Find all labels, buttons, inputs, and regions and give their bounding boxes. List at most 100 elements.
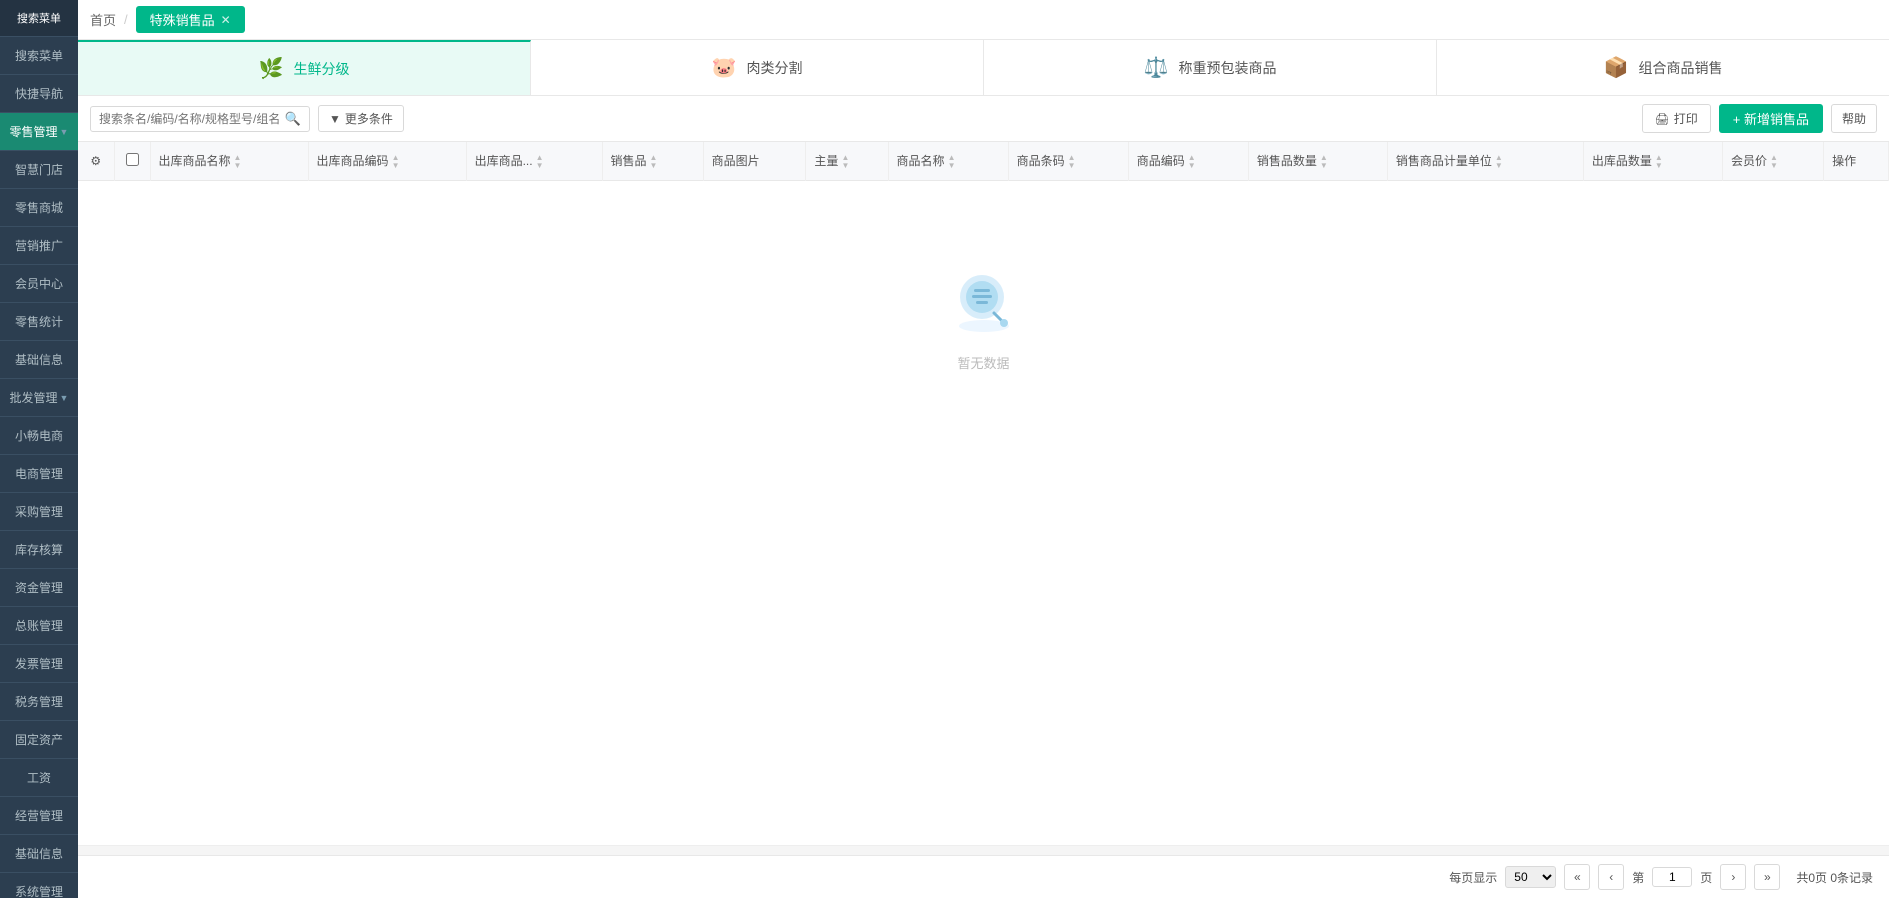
print-button[interactable]: 🖨 打印 xyxy=(1642,104,1711,133)
sidebar-item-17[interactable]: 税务管理 xyxy=(0,683,78,721)
per-page-select[interactable]: 50 20 100 xyxy=(1505,866,1556,888)
next-page-button[interactable]: › xyxy=(1720,864,1746,890)
content-area: 🌿 生鲜分级 🐷 肉类分割 ⚖️ 称重预包装商品 📦 组合商品销售 🔍 ▼ 更多条件 🖨 打印… xyxy=(78,40,1889,898)
first-page-button[interactable]: « xyxy=(1564,864,1590,890)
sidebar-item-11[interactable]: 电商管理 xyxy=(0,455,78,493)
last-page-icon: » xyxy=(1764,870,1771,884)
data-table: ⚙出库商品名称▲▼出库商品编码▲▼出库商品...▲▼销售品▲▼商品图片主量▲▼商… xyxy=(78,142,1889,181)
sidebar-item-16[interactable]: 发票管理 xyxy=(0,645,78,683)
sidebar-item-2[interactable]: 零售管理▼ xyxy=(0,113,78,151)
next-page-icon: › xyxy=(1731,870,1735,884)
add-button[interactable]: + 新增销售品 xyxy=(1719,104,1823,133)
col-header-out_spec[interactable]: 出库商品...▲▼ xyxy=(466,142,602,180)
type-tab-label-2: 称重预包装商品 xyxy=(1178,58,1276,78)
first-page-icon: « xyxy=(1574,870,1581,884)
page-number-input[interactable] xyxy=(1652,867,1692,887)
type-tab-icon-0: 🌿 xyxy=(259,56,284,81)
sidebar-item-9[interactable]: 批发管理▼ xyxy=(0,379,78,417)
col-header-name[interactable]: 商品名称▲▼ xyxy=(888,142,1008,180)
sort-icons: ▲▼ xyxy=(650,154,658,170)
sidebar-item-7[interactable]: 零售统计 xyxy=(0,303,78,341)
sidebar-item-3[interactable]: 智慧门店 xyxy=(0,151,78,189)
filter-icon: ▼ xyxy=(329,112,341,126)
sidebar-item-4[interactable]: 零售商城 xyxy=(0,189,78,227)
sidebar-item-15[interactable]: 总账管理 xyxy=(0,607,78,645)
sidebar-item-5[interactable]: 营销推广 xyxy=(0,227,78,265)
prev-page-button[interactable]: ‹ xyxy=(1598,864,1624,890)
total-info: 共0页 0条记录 xyxy=(1796,869,1873,886)
prev-page-icon: ‹ xyxy=(1609,870,1613,884)
col-header-out_qty[interactable]: 出库品数量▲▼ xyxy=(1583,142,1722,180)
empty-state: 暂无数据 xyxy=(78,181,1889,452)
home-link[interactable]: 首页 xyxy=(90,10,116,29)
sort-icons: ▲▼ xyxy=(536,154,544,170)
per-page-label: 每页显示 xyxy=(1449,869,1497,886)
type-tab-icon-3: 📦 xyxy=(1604,55,1629,80)
col-header-sale_qty[interactable]: 销售品数量▲▼ xyxy=(1248,142,1387,180)
main-content: 首页 / 特殊销售品 ✕ 🌿 生鲜分级 🐷 肉类分割 ⚖️ 称重预包装商品 📦 组合商品销售 … xyxy=(78,0,1889,898)
toolbar-right: 🖨 打印 + 新增销售品 帮助 xyxy=(1642,104,1877,133)
col-header-out_name[interactable]: 出库商品名称▲▼ xyxy=(150,142,308,180)
empty-text: 暂无数据 xyxy=(957,353,1009,372)
sidebar-item-8[interactable]: 基础信息 xyxy=(0,341,78,379)
type-tab-3[interactable]: 📦 组合商品销售 xyxy=(1437,40,1889,95)
col-header-sale_item[interactable]: 销售品▲▼ xyxy=(602,142,703,180)
horizontal-scrollbar[interactable] xyxy=(78,845,1889,855)
col-header-barcode[interactable]: 商品条码▲▼ xyxy=(1008,142,1128,180)
sidebar-logo: 搜索菜单 xyxy=(0,0,78,37)
sidebar-item-1[interactable]: 快捷导航 xyxy=(0,75,78,113)
type-tab-icon-1: 🐷 xyxy=(712,55,737,80)
sort-icons: ▲▼ xyxy=(1188,154,1196,170)
active-tab[interactable]: 特殊销售品 ✕ xyxy=(136,6,245,33)
page-suffix-label: 页 xyxy=(1700,869,1712,886)
chevron-down-icon: ▼ xyxy=(60,127,69,137)
sidebar-item-10[interactable]: 小畅电商 xyxy=(0,417,78,455)
col-header-member_price[interactable]: 会员价▲▼ xyxy=(1722,142,1823,180)
close-tab-icon[interactable]: ✕ xyxy=(221,13,231,27)
col-header-action: 操作 xyxy=(1824,142,1889,180)
col-header-image: 商品图片 xyxy=(703,142,806,180)
sidebar-item-21[interactable]: 基础信息 xyxy=(0,835,78,873)
topbar: 首页 / 特殊销售品 ✕ xyxy=(78,0,1889,40)
toolbar: 🔍 ▼ 更多条件 🖨 打印 + 新增销售品 帮助 xyxy=(78,96,1889,142)
sort-icons: ▲▼ xyxy=(392,154,400,170)
type-tab-2[interactable]: ⚖️ 称重预包装商品 xyxy=(984,40,1437,95)
sidebar-item-18[interactable]: 固定资产 xyxy=(0,721,78,759)
select-all-checkbox[interactable] xyxy=(126,153,139,166)
col-header-sale_unit[interactable]: 销售商品计量单位▲▼ xyxy=(1387,142,1583,180)
sidebar-item-20[interactable]: 经营管理 xyxy=(0,797,78,835)
type-tab-label-3: 组合商品销售 xyxy=(1638,58,1722,78)
page-prefix-label: 第 xyxy=(1632,869,1644,886)
sort-icons: ▲▼ xyxy=(1770,154,1778,170)
search-box: 🔍 xyxy=(90,106,310,132)
type-tab-0[interactable]: 🌿 生鲜分级 xyxy=(78,40,531,95)
help-button[interactable]: 帮助 xyxy=(1831,104,1877,133)
col-header-out_code[interactable]: 出库商品编码▲▼ xyxy=(308,142,466,180)
table-container: ⚙出库商品名称▲▼出库商品编码▲▼出库商品...▲▼销售品▲▼商品图片主量▲▼商… xyxy=(78,142,1889,845)
col-header-weight[interactable]: 主量▲▼ xyxy=(806,142,888,180)
search-icon[interactable]: 🔍 xyxy=(285,111,301,127)
type-tab-1[interactable]: 🐷 肉类分割 xyxy=(531,40,984,95)
sidebar-item-13[interactable]: 库存核算 xyxy=(0,531,78,569)
sidebar-item-0[interactable]: 搜索菜单 xyxy=(0,37,78,75)
settings-col-icon[interactable]: ⚙ xyxy=(90,154,101,168)
col-header-settings: ⚙ xyxy=(78,142,114,180)
col-header-check xyxy=(114,142,150,180)
sidebar-item-12[interactable]: 采购管理 xyxy=(0,493,78,531)
pagination: 每页显示 50 20 100 « ‹ 第 页 › » 共0页 0条记录 xyxy=(78,855,1889,898)
sidebar-item-14[interactable]: 资金管理 xyxy=(0,569,78,607)
sort-icons: ▲▼ xyxy=(1320,154,1328,170)
sort-icons: ▲▼ xyxy=(1495,154,1503,170)
sort-icons: ▲▼ xyxy=(948,154,956,170)
type-tab-label-1: 肉类分割 xyxy=(746,58,802,78)
sidebar-item-6[interactable]: 会员中心 xyxy=(0,265,78,303)
sidebar-item-19[interactable]: 工资 xyxy=(0,759,78,797)
type-tab-icon-2: ⚖️ xyxy=(1144,55,1169,80)
sidebar-item-22[interactable]: 系统管理 xyxy=(0,873,78,898)
type-tab-label-0: 生鲜分级 xyxy=(293,59,349,79)
filter-button[interactable]: ▼ 更多条件 xyxy=(318,105,404,132)
last-page-button[interactable]: » xyxy=(1754,864,1780,890)
sort-icons: ▲▼ xyxy=(841,154,849,170)
search-input[interactable] xyxy=(99,112,279,126)
col-header-code[interactable]: 商品编码▲▼ xyxy=(1128,142,1248,180)
